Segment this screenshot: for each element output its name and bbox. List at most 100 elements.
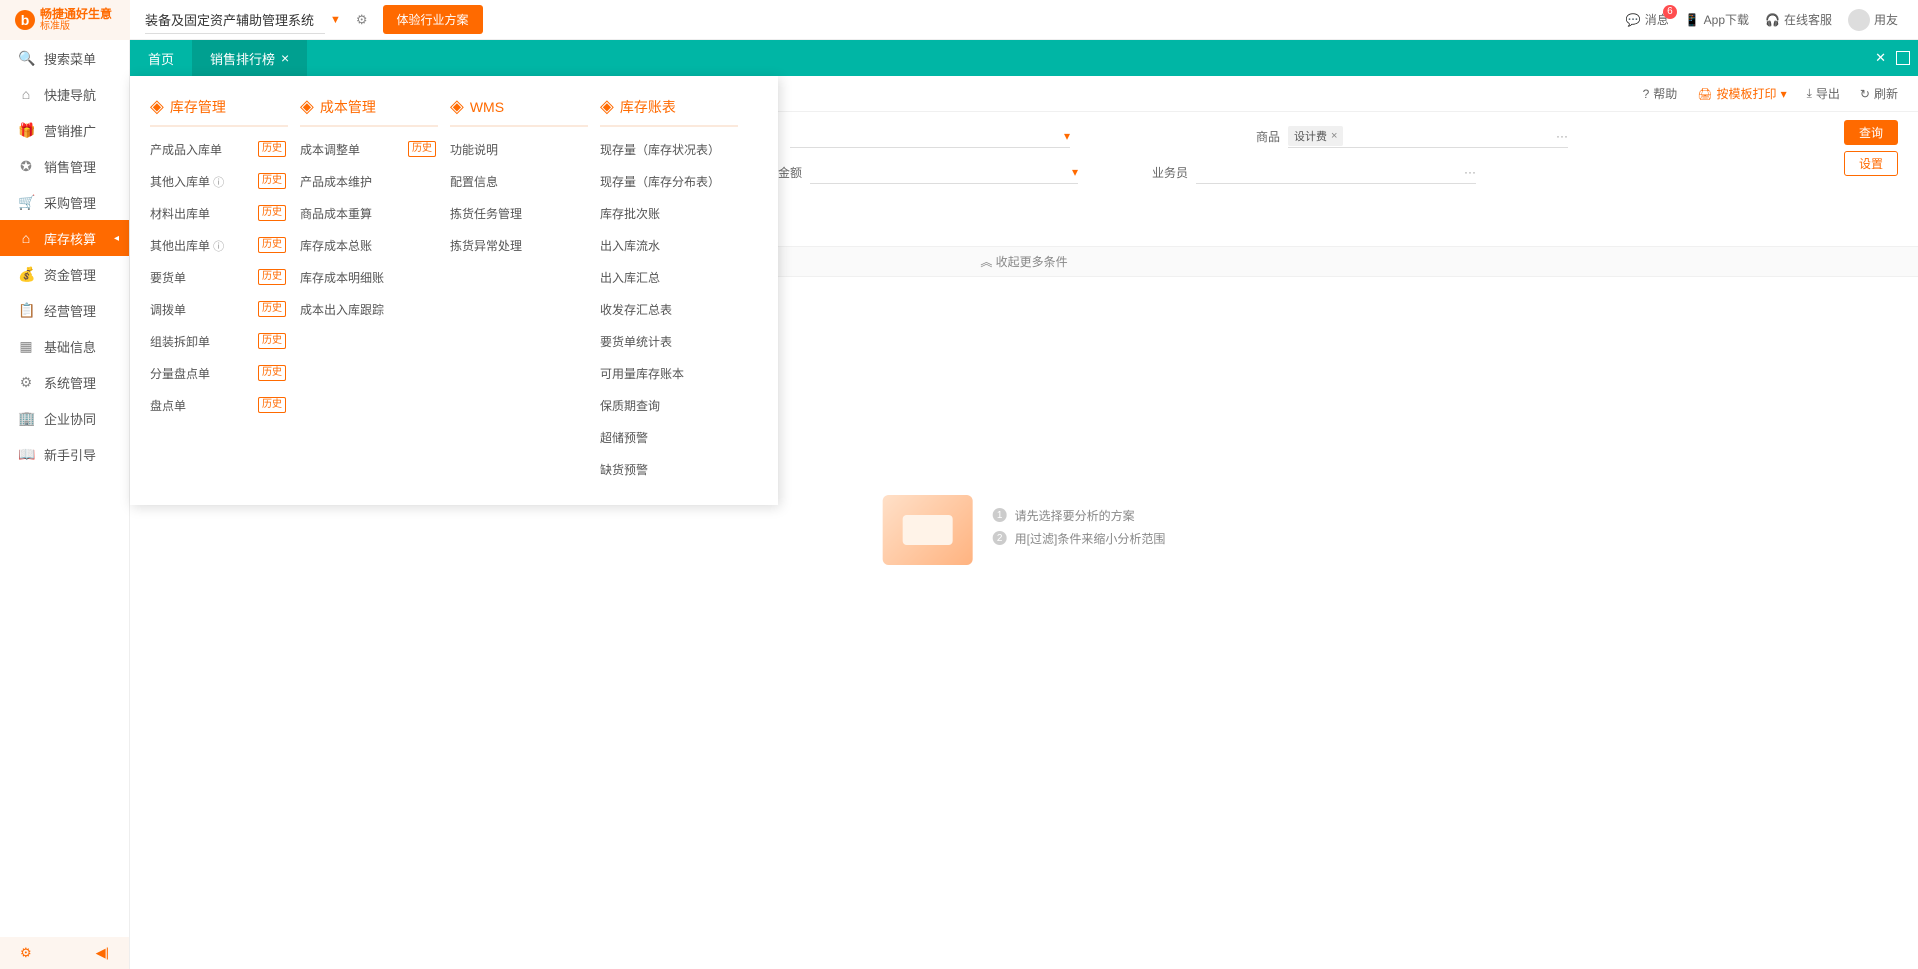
flyout-item[interactable]: 产品成本维护 bbox=[300, 165, 450, 197]
history-tag[interactable]: 历史 bbox=[258, 301, 286, 317]
sidebar-item-finance[interactable]: 💰资金管理 bbox=[0, 256, 129, 292]
phone-icon: 📱 bbox=[1685, 13, 1700, 27]
flyout-item[interactable]: 盘点单历史 bbox=[150, 389, 300, 421]
flyout-item[interactable]: 功能说明 bbox=[450, 133, 600, 165]
flyout-item[interactable]: 库存成本明细账 bbox=[300, 261, 450, 293]
header-user[interactable]: 用友 bbox=[1848, 9, 1898, 31]
flyout-item-label: 调拨单 bbox=[150, 301, 186, 318]
flyout-item[interactable]: 可用量库存账本 bbox=[600, 357, 750, 389]
header-app-label: App下载 bbox=[1704, 11, 1749, 28]
toolbar-export[interactable]: ⤓导出 bbox=[1807, 85, 1840, 102]
tab-home[interactable]: 首页 bbox=[130, 40, 192, 76]
close-icon[interactable]: × bbox=[281, 50, 289, 66]
logo-icon: b bbox=[15, 10, 35, 30]
toolbar-help[interactable]: ?帮助 bbox=[1643, 85, 1678, 102]
sidebar-item-basic[interactable]: ▦基础信息 bbox=[0, 328, 129, 364]
flyout-item[interactable]: 材料出库单历史 bbox=[150, 197, 300, 229]
flyout-item[interactable]: 要货单统计表 bbox=[600, 325, 750, 357]
warehouse-icon: ⌂ bbox=[18, 230, 34, 246]
flyout-item-label: 功能说明 bbox=[450, 141, 498, 158]
sidebar-item-system[interactable]: ⚙系统管理 bbox=[0, 364, 129, 400]
query-button[interactable]: 查询 bbox=[1844, 120, 1898, 145]
flyout-item-label: 保质期查询 bbox=[600, 397, 660, 414]
history-tag[interactable]: 历史 bbox=[408, 141, 436, 157]
sidebar-item-purchase[interactable]: 🛒采购管理 bbox=[0, 184, 129, 220]
flyout-item[interactable]: 出入库汇总 bbox=[600, 261, 750, 293]
sidebar-item-inventory[interactable]: ⌂库存核算◂ bbox=[0, 220, 129, 256]
flyout-item[interactable]: 库存批次账 bbox=[600, 197, 750, 229]
filter-amount-input[interactable]: ▾ bbox=[810, 160, 1078, 184]
close-all-icon[interactable]: ✕ bbox=[1875, 50, 1886, 66]
history-tag[interactable]: 历史 bbox=[258, 333, 286, 349]
filter-select-1[interactable]: ▾ bbox=[790, 124, 1070, 148]
sidebar-item-search[interactable]: 🔍搜索菜单 bbox=[0, 40, 129, 76]
flyout-item[interactable]: 其他入库单 ⓘ历史 bbox=[150, 165, 300, 197]
history-tag[interactable]: 历史 bbox=[258, 269, 286, 285]
flyout-item[interactable]: 超储预警 bbox=[600, 421, 750, 453]
history-tag[interactable]: 历史 bbox=[258, 237, 286, 253]
help-icon: ? bbox=[1643, 87, 1650, 101]
sidebar-item-enterprise[interactable]: 🏢企业协同 bbox=[0, 400, 129, 436]
flyout-item[interactable]: 成本出入库跟踪 bbox=[300, 293, 450, 325]
chip-remove-icon[interactable]: × bbox=[1331, 130, 1337, 142]
toolbar-refresh[interactable]: ↻刷新 bbox=[1860, 85, 1898, 102]
flyout-item[interactable]: 保质期查询 bbox=[600, 389, 750, 421]
flyout-item[interactable]: 成本调整单历史 bbox=[300, 133, 450, 165]
toolbar-help-label: 帮助 bbox=[1653, 85, 1677, 102]
flyout-item[interactable]: 分量盘点单历史 bbox=[150, 357, 300, 389]
collapse-sidebar-icon[interactable]: ◀| bbox=[96, 945, 109, 961]
flyout-item[interactable]: 现存量（库存状况表） bbox=[600, 133, 750, 165]
flyout-item[interactable]: 商品成本重算 bbox=[300, 197, 450, 229]
flyout-item-label: 要货单统计表 bbox=[600, 333, 672, 350]
sidebar-item-sales[interactable]: ✪销售管理 bbox=[0, 148, 129, 184]
sidebar-label: 系统管理 bbox=[44, 373, 96, 392]
filter-product-input[interactable]: 设计费 × ··· bbox=[1288, 124, 1568, 148]
header-message[interactable]: 💬 消息 6 bbox=[1626, 11, 1669, 28]
more-icon[interactable]: ··· bbox=[1464, 165, 1476, 179]
chevron-down-icon: ▾ bbox=[1064, 129, 1070, 143]
flyout-item[interactable]: 现存量（库存分布表） bbox=[600, 165, 750, 197]
export-icon: ⤓ bbox=[1807, 86, 1812, 101]
flyout-item-label: 超储预警 bbox=[600, 429, 648, 446]
sidebar-item-quicknav[interactable]: ⌂快捷导航 bbox=[0, 76, 129, 112]
sidebar-item-marketing[interactable]: 🎁营销推广 bbox=[0, 112, 129, 148]
system-selector[interactable]: 装备及固定资产辅助管理系统 ▼ bbox=[145, 6, 341, 34]
flyout-item[interactable]: 要货单历史 bbox=[150, 261, 300, 293]
history-tag[interactable]: 历史 bbox=[258, 173, 286, 189]
toolbar-print[interactable]: 🖨按模板打印▾ bbox=[1697, 85, 1786, 102]
flyout-item[interactable]: 出入库流水 bbox=[600, 229, 750, 261]
tab-sales-ranking[interactable]: 销售排行榜 × bbox=[192, 40, 307, 76]
flyout-item[interactable]: 拣货异常处理 bbox=[450, 229, 600, 261]
flyout-item[interactable]: 其他出库单 ⓘ历史 bbox=[150, 229, 300, 261]
flyout-item[interactable]: 拣货任务管理 bbox=[450, 197, 600, 229]
sidebar-item-operation[interactable]: 📋经营管理 bbox=[0, 292, 129, 328]
gear-icon[interactable]: ⚙ bbox=[356, 12, 368, 28]
flyout-item[interactable]: 收发存汇总表 bbox=[600, 293, 750, 325]
flyout-item[interactable]: 缺货预警 bbox=[600, 453, 750, 485]
filter-sales-input[interactable]: ··· bbox=[1196, 160, 1476, 184]
avatar bbox=[1848, 9, 1870, 31]
history-tag[interactable]: 历史 bbox=[258, 397, 286, 413]
sidebar-item-guide[interactable]: 📖新手引导 bbox=[0, 436, 129, 472]
more-icon[interactable]: ··· bbox=[1556, 129, 1568, 143]
flyout-item[interactable]: 库存成本总账 bbox=[300, 229, 450, 261]
sidebar-label: 库存核算 bbox=[44, 229, 96, 248]
header-app-download[interactable]: 📱 App下载 bbox=[1685, 11, 1749, 28]
sidebar-label: 销售管理 bbox=[44, 157, 96, 176]
headset-icon: 🎧 bbox=[1765, 13, 1780, 27]
settings-gear-icon[interactable]: ⚙ bbox=[20, 945, 32, 961]
folder-icon: ◈ bbox=[300, 96, 314, 117]
fullscreen-icon[interactable] bbox=[1896, 51, 1910, 65]
history-tag[interactable]: 历史 bbox=[258, 205, 286, 221]
flyout-item[interactable]: 配置信息 bbox=[450, 165, 600, 197]
header-service-label: 在线客服 bbox=[1784, 11, 1832, 28]
history-tag[interactable]: 历史 bbox=[258, 141, 286, 157]
flyout-item[interactable]: 调拨单 历史 bbox=[150, 293, 300, 325]
history-tag[interactable]: 历史 bbox=[258, 365, 286, 381]
settings-button[interactable]: 设置 bbox=[1844, 151, 1898, 176]
flyout-column-header: ◈WMS bbox=[450, 88, 588, 127]
flyout-item[interactable]: 组装拆卸单历史 bbox=[150, 325, 300, 357]
header-online-service[interactable]: 🎧 在线客服 bbox=[1765, 11, 1832, 28]
trial-button[interactable]: 体验行业方案 bbox=[383, 5, 483, 34]
flyout-item[interactable]: 产成品入库单历史 bbox=[150, 133, 300, 165]
